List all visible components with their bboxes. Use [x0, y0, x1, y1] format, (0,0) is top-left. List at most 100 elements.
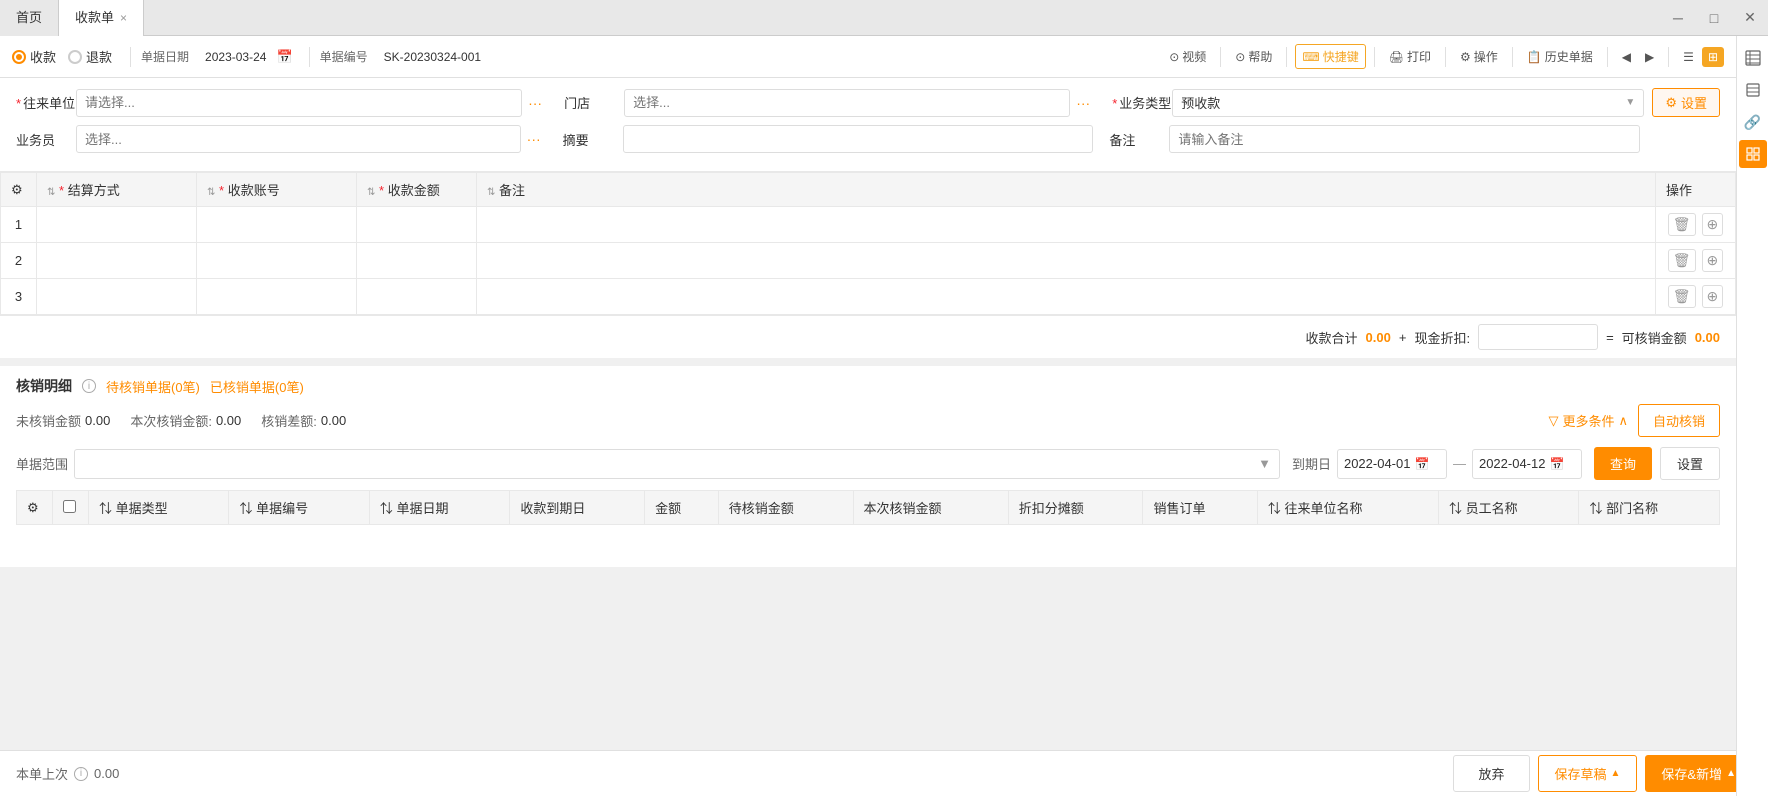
prev-button[interactable]: ◀ [1616, 47, 1637, 67]
counterpart-input[interactable] [76, 89, 522, 117]
date-start-input[interactable]: 2022-04-01 📅 [1337, 449, 1447, 479]
footer-info-icon[interactable]: i [74, 767, 88, 781]
receipt-amount-cell-2[interactable] [357, 243, 477, 279]
copy-row-3-button[interactable]: ⊕ [1702, 285, 1724, 308]
filter-settings-button[interactable]: 设置 [1660, 447, 1720, 480]
maximize-button[interactable]: □ [1696, 0, 1732, 36]
receipt-amount-cell-1[interactable] [357, 207, 477, 243]
auto-verify-button[interactable]: 自动核销 [1638, 404, 1720, 437]
tab-home[interactable]: 首页 [0, 0, 58, 36]
filter-icon: ▽ [1548, 413, 1558, 429]
biztype-select[interactable]: 预收款 ▼ [1172, 89, 1644, 117]
minimize-button[interactable]: ─ [1660, 0, 1696, 36]
verifiable-label: 可核销金额 [1622, 328, 1687, 347]
sub-th-checkbox[interactable] [53, 491, 89, 525]
next-button[interactable]: ▶ [1639, 47, 1660, 67]
settle-method-cell-2[interactable] [37, 243, 197, 279]
counterpart-more-button[interactable]: ··· [522, 95, 548, 111]
sidebar-expand-icon[interactable] [1739, 140, 1767, 168]
list-view-button[interactable]: ☰ [1677, 47, 1700, 67]
calendar-icon[interactable]: 📅 [276, 49, 292, 65]
sub-gear-icon: ⚙ [27, 500, 39, 515]
more-conditions-button[interactable]: ▽ 更多条件 ∧ [1548, 411, 1628, 430]
settle-method-cell-1[interactable] [37, 207, 197, 243]
delete-row-1-button[interactable]: 🗑 [1668, 213, 1696, 236]
date-end-input[interactable]: 2022-04-12 📅 [1472, 449, 1582, 479]
delete-row-3-button[interactable]: 🗑 [1668, 285, 1696, 308]
staff-input[interactable] [76, 125, 521, 153]
shortcut-icon: ⌨ [1302, 50, 1319, 64]
sort-icon: ⇅ [47, 187, 55, 198]
staff-more-button[interactable]: ··· [521, 131, 547, 147]
shortcut-button[interactable]: ⌨ 快捷键 [1295, 44, 1365, 69]
table-header-operation: 操作 [1656, 173, 1736, 207]
receipt-account-cell-2[interactable] [197, 243, 357, 279]
biztype-label: *业务类型 [1112, 93, 1172, 112]
table-header-gear[interactable]: ⚙ [1, 173, 37, 207]
verif-header: 核销明细 i 待核销单据(0笔) 已核销单据(0笔) [16, 376, 1720, 396]
copy-row-2-button[interactable]: ⊕ [1702, 249, 1724, 272]
date-value: 2023-03-24 [205, 50, 266, 64]
window-controls: ─ □ ✕ [1660, 0, 1768, 36]
due-date-label: 到期日 [1292, 454, 1331, 473]
copy-row-1-button[interactable]: ⊕ [1702, 213, 1724, 236]
sidebar-link-icon[interactable]: 🔗 [1739, 108, 1767, 136]
divider2 [309, 47, 310, 67]
data-table-wrapper: ⚙ ⇅ * 结算方式 ⇅ * 收款账号 ⇅ * 收款 [0, 172, 1736, 315]
sub-th-pending-amount: 待核销金额 [718, 491, 853, 525]
range-select[interactable]: ▼ [74, 449, 1280, 479]
calendar-end-icon: 📅 [1549, 457, 1564, 471]
close-button[interactable]: ✕ [1732, 0, 1768, 36]
save-draft-button[interactable]: 保存草稿 ▲ [1538, 755, 1638, 792]
remark-cell-2[interactable] [477, 243, 1656, 279]
actions-cell-3: 🗑 ⊕ [1656, 279, 1736, 315]
query-button[interactable]: 查询 [1594, 447, 1652, 480]
row-num-1: 1 [1, 207, 37, 243]
receipt-account-cell-3[interactable] [197, 279, 357, 315]
sub-select-all-checkbox[interactable] [63, 500, 76, 513]
store-more-button[interactable]: ··· [1070, 95, 1096, 111]
diff-value: 0.00 [321, 413, 346, 428]
delete-row-2-button[interactable]: 🗑 [1668, 249, 1696, 272]
discount-input[interactable] [1478, 324, 1598, 350]
sub-th-doc-date: ⇅ 单据日期 [369, 491, 509, 525]
remark-cell-3[interactable] [477, 279, 1656, 315]
summary-input[interactable] [623, 125, 1094, 153]
receipt-radio[interactable]: 收款 [12, 47, 56, 66]
receipt-account-cell-1[interactable] [197, 207, 357, 243]
tab-close-icon[interactable]: × [120, 0, 127, 36]
sub-th-doc-type: ⇅ 单据类型 [89, 491, 229, 525]
done-tab[interactable]: 已核销单据(0笔) [210, 377, 304, 396]
tab-active[interactable]: 收款单 × [58, 0, 144, 36]
refund-radio[interactable]: 退款 [68, 47, 112, 66]
print-button[interactable]: 🖨 打印 [1383, 45, 1437, 68]
history-button[interactable]: 📋 历史单据 [1521, 45, 1599, 68]
pending-tab[interactable]: 待核销单据(0笔) [106, 377, 200, 396]
store-input[interactable] [624, 89, 1070, 117]
settle-method-cell-3[interactable] [37, 279, 197, 315]
sidebar-table-icon[interactable] [1739, 44, 1767, 72]
verif-info-icon[interactable]: i [82, 379, 96, 393]
list-icon [1745, 82, 1761, 98]
settings-button[interactable]: ⚙ 设置 [1652, 88, 1720, 117]
sub-table-empty-row [17, 525, 1720, 557]
remark-cell-1[interactable] [477, 207, 1656, 243]
receipt-amount-cell-3[interactable] [357, 279, 477, 315]
calendar-start-icon: 📅 [1414, 457, 1429, 471]
sort-icon: ⇅ [1589, 501, 1602, 516]
grid-view-button[interactable]: ⊞ [1702, 47, 1724, 67]
discard-button[interactable]: 放弃 [1453, 755, 1529, 792]
footer-order-value: 0.00 [94, 766, 119, 781]
sub-th-gear[interactable]: ⚙ [17, 491, 53, 525]
range-arrow-icon: ▼ [1258, 456, 1271, 471]
sort-icon: ⇅ [1268, 501, 1281, 516]
sidebar-list-icon[interactable] [1739, 76, 1767, 104]
help-button[interactable]: ⊙ 帮助 [1229, 45, 1278, 68]
video-button[interactable]: ⊙ 视频 [1163, 45, 1212, 68]
operation-button[interactable]: ⚙ 操作 [1454, 45, 1504, 68]
remark-label: 备注 [1109, 130, 1169, 149]
remark-input[interactable] [1169, 125, 1640, 153]
unverified-stat: 未核销金额 0.00 [16, 411, 110, 430]
sort-icon: ⇅ [367, 187, 375, 198]
divider4 [1286, 47, 1287, 67]
